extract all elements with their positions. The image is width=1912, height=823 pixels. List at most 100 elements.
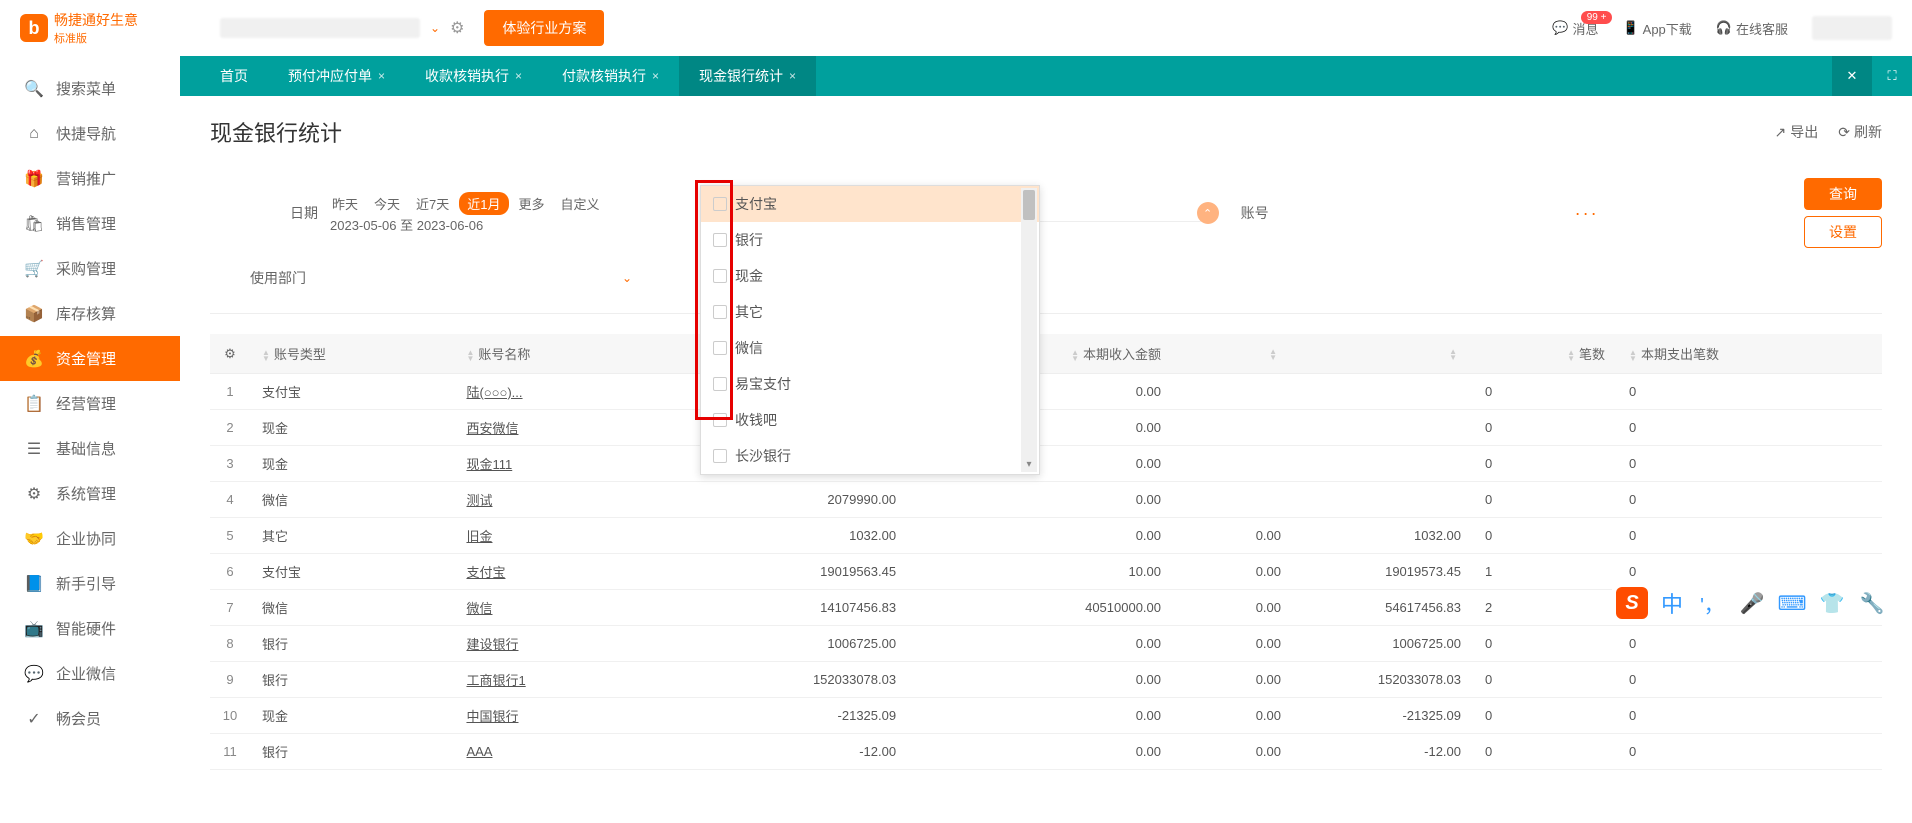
ime-keyboard-icon[interactable]: ⌨ [1776,587,1808,619]
app-download-link[interactable]: 📱 App下载 [1622,19,1691,38]
sidebar-item-快捷导航[interactable]: ⌂快捷导航 [0,111,180,156]
column-header-7[interactable]: ▲▼本期支出笔数 [1617,334,1882,374]
dropdown-option-银行[interactable]: 银行 [701,222,1039,258]
sidebar-item-畅会员[interactable]: ✓畅会员 [0,696,180,741]
cell-account-name[interactable]: 中国银行 [454,698,658,734]
ime-punct-icon[interactable]: '， [1696,587,1728,619]
ime-toolbox-icon[interactable]: 🔧 [1856,587,1888,619]
checkbox-icon[interactable] [713,233,727,247]
cell-out-count: 0 [1617,662,1882,698]
cell-account-name[interactable]: AAA [454,734,658,770]
scrollbar-down-icon[interactable]: ▾ [1021,456,1037,472]
chevron-down-icon[interactable]: ⌄ [622,271,632,285]
cell-account-name[interactable]: 现金111 [454,446,658,482]
checkbox-icon[interactable] [713,305,727,319]
cell-account-name[interactable]: 建设银行 [454,626,658,662]
sidebar-item-新手引导[interactable]: 📘新手引导 [0,561,180,606]
date-chip-昨天[interactable]: 昨天 [326,192,364,215]
checkbox-icon[interactable] [713,269,727,283]
checkbox-icon[interactable] [713,449,727,463]
dropdown-option-易宝支付[interactable]: 易宝支付 [701,366,1039,402]
tab-fullscreen-button[interactable]: ⛶ [1872,56,1912,96]
dropdown-scrollbar[interactable]: ▾ [1021,188,1037,472]
online-service-link[interactable]: 🎧 在线客服 [1716,19,1788,38]
dropdown-option-收钱吧[interactable]: 收钱吧 [701,402,1039,438]
ime-mic-icon[interactable]: 🎤 [1736,587,1768,619]
sidebar-item-经营管理[interactable]: 📋经营管理 [0,381,180,426]
collapse-icon[interactable]: ⌃ [1197,202,1219,224]
date-chip-近1月[interactable]: 近1月 [459,192,508,215]
sidebar-item-营销推广[interactable]: 🎁营销推广 [0,156,180,201]
phone-icon: 📱 [1622,20,1638,36]
date-chip-自定义[interactable]: 自定义 [555,192,606,215]
sidebar-item-采购管理[interactable]: 🛒采购管理 [0,246,180,291]
tab-付款核销执行[interactable]: 付款核销执行× [542,56,679,96]
sidebar-item-库存核算[interactable]: 📦库存核算 [0,291,180,336]
checkbox-icon[interactable] [713,413,727,427]
messages-link[interactable]: 💬 消息 99 + [1552,19,1598,38]
date-chip-今天[interactable]: 今天 [368,192,406,215]
user-area-blurred[interactable] [1812,16,1892,40]
account-input[interactable] [1277,205,1557,222]
sidebar-item-系统管理[interactable]: ⚙系统管理 [0,471,180,516]
date-chip-近7天[interactable]: 近7天 [410,192,455,215]
header-right: 💬 消息 99 + 📱 App下载 🎧 在线客服 [1552,16,1892,40]
tab-close-icon[interactable]: × [378,69,385,83]
ime-sogou-icon[interactable]: S [1616,587,1648,619]
checkbox-icon[interactable] [713,341,727,355]
tab-close-icon[interactable]: × [652,69,659,83]
dropdown-option-其它[interactable]: 其它 [701,294,1039,330]
ime-skin-icon[interactable]: 👕 [1816,587,1848,619]
sidebar-item-搜索菜单[interactable]: 🔍搜索菜单 [0,66,180,111]
dropdown-option-支付宝[interactable]: 支付宝 [701,186,1039,222]
cell-account-name[interactable]: 支付宝 [454,554,658,590]
sidebar-item-销售管理[interactable]: 🛍销售管理 [0,201,180,246]
cell-account-name[interactable]: 工商银行1 [454,662,658,698]
ime-chinese-icon[interactable]: 中 [1656,587,1688,619]
checkbox-icon[interactable] [713,377,727,391]
trial-industry-button[interactable]: 体验行业方案 [484,10,604,46]
cell-account-name[interactable]: 西安微信 [454,410,658,446]
sidebar-item-基础信息[interactable]: ☰基础信息 [0,426,180,471]
tab-close-icon[interactable]: × [789,69,796,83]
dropdown-option-现金[interactable]: 现金 [701,258,1039,294]
cell-account-name[interactable]: 测试 [454,482,658,518]
column-header-1[interactable]: ▲▼账号名称 [454,334,658,374]
column-header-5[interactable]: ▲▼ [1293,334,1473,374]
refresh-button[interactable]: ⟳ 刷新 [1838,122,1882,142]
tab-close-all-button[interactable]: ✕ [1832,56,1872,96]
dropdown-option-长沙银行[interactable]: 长沙银行 [701,438,1039,474]
column-settings-header[interactable]: ⚙ [210,334,250,374]
tab-预付冲应付单[interactable]: 预付冲应付单× [268,56,405,96]
table-row: 1 支付宝 陆(○○○)... -10000.00 0.00 0 0 [210,374,1882,410]
more-dots-icon[interactable]: ··· [1575,203,1599,224]
account-label: 账号 [1241,203,1269,223]
department-input[interactable] [314,270,614,286]
checkbox-icon[interactable] [713,197,727,211]
tab-close-icon[interactable]: × [515,69,522,83]
cell-account-name[interactable]: 微信 [454,590,658,626]
tab-现金银行统计[interactable]: 现金银行统计× [679,56,816,96]
export-button[interactable]: ↗ 导出 [1775,122,1819,142]
sidebar-item-资金管理[interactable]: 💰资金管理 [0,336,180,381]
cell-count: 0 [1473,734,1617,770]
date-chip-更多[interactable]: 更多 [513,192,551,215]
sidebar-item-企业协同[interactable]: 🤝企业协同 [0,516,180,561]
column-header-0[interactable]: ▲▼账号类型 [250,334,454,374]
column-header-6[interactable]: ▲▼笔数 [1473,334,1617,374]
cell-account-name[interactable]: 旧金 [454,518,658,554]
table-row: 11 银行 AAA -12.00 0.00 0.00 -12.00 0 0 [210,734,1882,770]
gear-icon[interactable]: ⚙ [450,18,464,38]
column-header-4[interactable]: ▲▼ [1173,334,1293,374]
cell-type: 银行 [250,734,454,770]
sidebar-item-企业微信[interactable]: 💬企业微信 [0,651,180,696]
tab-首页[interactable]: 首页 [200,56,268,96]
sidebar-item-智能硬件[interactable]: 📺智能硬件 [0,606,180,651]
settings-button[interactable]: 设置 [1804,216,1882,248]
query-button[interactable]: 查询 [1804,178,1882,210]
cell-account-name[interactable]: 陆(○○○)... [454,374,658,410]
dropdown-option-微信[interactable]: 微信 [701,330,1039,366]
tab-收款核销执行[interactable]: 收款核销执行× [405,56,542,96]
scrollbar-thumb[interactable] [1023,190,1035,220]
company-selector[interactable]: ⌄ [220,18,440,38]
